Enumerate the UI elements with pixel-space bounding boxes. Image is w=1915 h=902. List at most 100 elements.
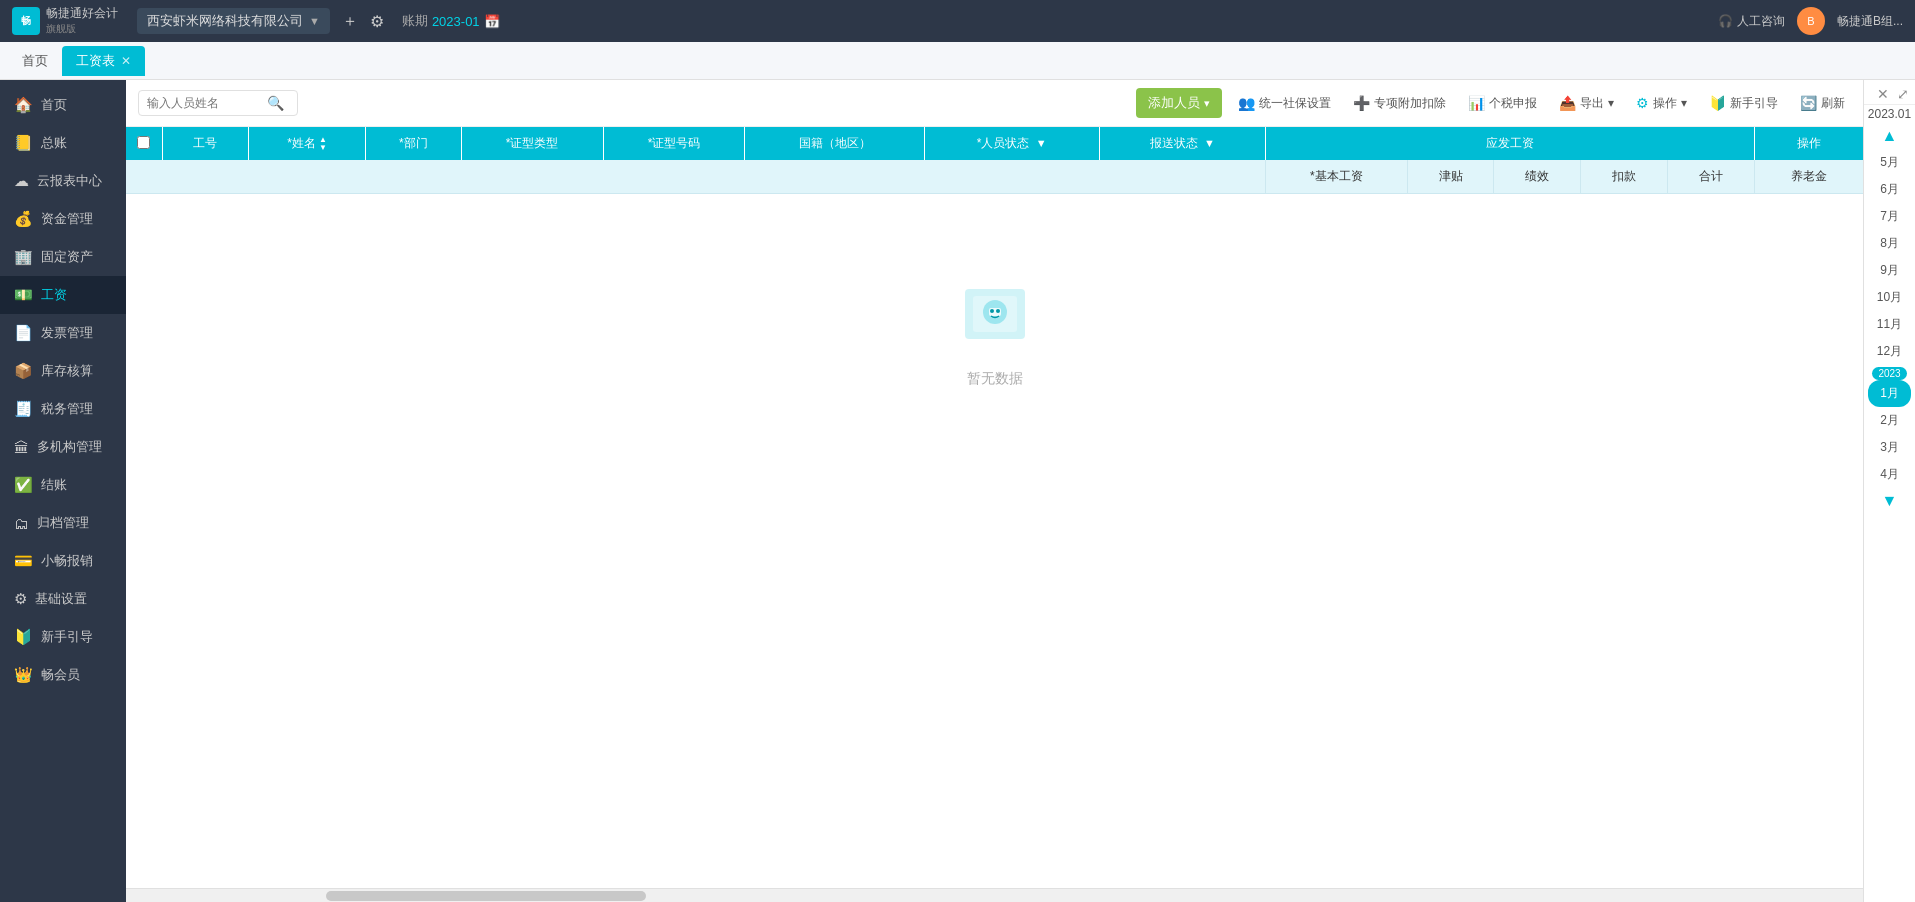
search-input[interactable] bbox=[147, 96, 267, 110]
name-sort-icon[interactable]: ▲▼ bbox=[319, 136, 327, 152]
settings-icon[interactable]: ⚙ bbox=[368, 10, 386, 33]
th-deduction: 扣款 bbox=[1581, 160, 1668, 194]
org-icon: 🏛 bbox=[14, 439, 29, 456]
select-all-checkbox[interactable] bbox=[137, 136, 150, 149]
operation-action[interactable]: ⚙ 操作 ▾ bbox=[1630, 91, 1693, 116]
asset-icon: 🏢 bbox=[14, 248, 33, 266]
guide-icon: 🔰 bbox=[14, 628, 33, 646]
user-name[interactable]: 畅捷通B组... bbox=[1837, 13, 1903, 30]
cal-month-10[interactable]: 10月 bbox=[1864, 284, 1915, 311]
cal-month-9[interactable]: 9月 bbox=[1864, 257, 1915, 284]
main-layout: 🏠 首页 📒 总账 ☁ 云报表中心 💰 资金管理 🏢 固定资产 💵 工资 📄 发… bbox=[0, 80, 1915, 902]
report-filter-icon[interactable]: ▼ bbox=[1204, 137, 1215, 149]
tab-close-icon[interactable]: ✕ bbox=[121, 54, 131, 68]
user-avatar: B bbox=[1797, 7, 1825, 35]
sidebar-item-member[interactable]: 👑 畅会员 bbox=[0, 656, 126, 694]
logo-icon: 畅 bbox=[12, 7, 40, 35]
sidebar-item-fixed-asset[interactable]: 🏢 固定资产 bbox=[0, 238, 126, 276]
th-performance: 绩效 bbox=[1494, 160, 1581, 194]
add-company-icon[interactable]: ＋ bbox=[340, 9, 360, 34]
toolbar: 🔍 添加人员 ▾ 👥 统一社保设置 ➕ 专项附加扣除 📊 个税申报 bbox=[126, 80, 1863, 127]
cal-month-7[interactable]: 7月 bbox=[1864, 203, 1915, 230]
ledger-icon: 📒 bbox=[14, 134, 33, 152]
cal-month-12[interactable]: 12月 bbox=[1864, 338, 1915, 365]
cal-month-2[interactable]: 2月 bbox=[1864, 407, 1915, 434]
panel-expand-icon[interactable]: ⤢ bbox=[1897, 86, 1909, 102]
refresh-label: 刷新 bbox=[1821, 95, 1845, 112]
salary-table: 工号 *姓名 ▲▼ *部门 *证型类型 *证型号码 国籍（地区） bbox=[126, 127, 1863, 468]
refresh-icon: 🔄 bbox=[1800, 95, 1817, 111]
sidebar-item-multi-org[interactable]: 🏛 多机构管理 bbox=[0, 428, 126, 466]
sidebar-item-cloud-report[interactable]: ☁ 云报表中心 bbox=[0, 162, 126, 200]
sidebar-item-invoice[interactable]: 📄 发票管理 bbox=[0, 314, 126, 352]
sidebar-item-fund-label: 资金管理 bbox=[41, 210, 93, 228]
deduction-icon: ➕ bbox=[1353, 95, 1370, 111]
sidebar-item-guide[interactable]: 🔰 新手引导 bbox=[0, 618, 126, 656]
cal-month-3[interactable]: 3月 bbox=[1864, 434, 1915, 461]
sidebar-item-inventory[interactable]: 📦 库存核算 bbox=[0, 352, 126, 390]
cal-month-11[interactable]: 11月 bbox=[1864, 311, 1915, 338]
svg-point-4 bbox=[990, 309, 994, 313]
social-security-action[interactable]: 👥 统一社保设置 bbox=[1232, 91, 1337, 116]
deduction-label: 专项附加扣除 bbox=[1374, 95, 1446, 112]
sidebar-item-expense-label: 小畅报销 bbox=[41, 552, 93, 570]
export-action[interactable]: 📤 导出 ▾ bbox=[1553, 91, 1620, 116]
tab-salary[interactable]: 工资表 ✕ bbox=[62, 46, 145, 76]
panel-close-icon[interactable]: ✕ bbox=[1877, 86, 1889, 102]
cal-month-4[interactable]: 4月 bbox=[1864, 461, 1915, 488]
select-all-header[interactable] bbox=[126, 127, 162, 160]
cal-month-5[interactable]: 5月 bbox=[1864, 149, 1915, 176]
special-deduction-action[interactable]: ➕ 专项附加扣除 bbox=[1347, 91, 1452, 116]
empty-text: 暂无数据 bbox=[967, 370, 1023, 388]
content-area: 🔍 添加人员 ▾ 👥 统一社保设置 ➕ 专项附加扣除 📊 个税申报 bbox=[126, 80, 1863, 902]
sidebar-item-expense[interactable]: 💳 小畅报销 bbox=[0, 542, 126, 580]
th-report-status: 报送状态 ▼ bbox=[1099, 127, 1265, 160]
operation-arrow-icon: ▾ bbox=[1681, 96, 1687, 110]
sidebar-item-fund[interactable]: 💰 资金管理 bbox=[0, 200, 126, 238]
company-selector[interactable]: 西安虾米网络科技有限公司 ▼ bbox=[137, 8, 330, 34]
sidebar-item-tax[interactable]: 🧾 税务管理 bbox=[0, 390, 126, 428]
cal-month-6[interactable]: 6月 bbox=[1864, 176, 1915, 203]
tab-home[interactable]: 首页 bbox=[8, 46, 62, 76]
invoice-icon: 📄 bbox=[14, 324, 33, 342]
calendar-icon[interactable]: 📅 bbox=[484, 14, 500, 29]
calendar-down-icon[interactable]: ▼ bbox=[1864, 488, 1915, 514]
dropdown-arrow-icon: ▼ bbox=[309, 15, 320, 27]
th-allowance: 津贴 bbox=[1407, 160, 1494, 194]
tab-bar: 首页 工资表 ✕ bbox=[0, 42, 1915, 80]
sidebar-item-guide-label: 新手引导 bbox=[41, 628, 93, 646]
sidebar-item-inventory-label: 库存核算 bbox=[41, 362, 93, 380]
empty-state-cell: 暂无数据 bbox=[126, 194, 1863, 469]
cal-month-8[interactable]: 8月 bbox=[1864, 230, 1915, 257]
tax-report-action[interactable]: 📊 个税申报 bbox=[1462, 91, 1543, 116]
sidebar-item-salary[interactable]: 💵 工资 bbox=[0, 276, 126, 314]
refresh-action[interactable]: 🔄 刷新 bbox=[1794, 91, 1851, 116]
sidebar-item-org-label: 多机构管理 bbox=[37, 438, 102, 456]
add-person-label: 添加人员 bbox=[1148, 94, 1200, 112]
period-display-value: 2023.01 bbox=[1868, 107, 1911, 121]
operation-icon: ⚙ bbox=[1636, 95, 1649, 111]
sidebar-item-home[interactable]: 🏠 首页 bbox=[0, 86, 126, 124]
sidebar-item-ledger[interactable]: 📒 总账 bbox=[0, 124, 126, 162]
horizontal-scrollbar-thumb[interactable] bbox=[326, 891, 646, 901]
table-container: 工号 *姓名 ▲▼ *部门 *证型类型 *证型号码 国籍（地区） bbox=[126, 127, 1863, 888]
sidebar: 🏠 首页 📒 总账 ☁ 云报表中心 💰 资金管理 🏢 固定资产 💵 工资 📄 发… bbox=[0, 80, 126, 902]
status-filter-icon[interactable]: ▼ bbox=[1036, 137, 1047, 149]
cal-month-1[interactable]: 1月 bbox=[1868, 380, 1911, 407]
th-id-number: *证型号码 bbox=[603, 127, 745, 160]
sidebar-item-settings[interactable]: ⚙ 基础设置 bbox=[0, 580, 126, 618]
add-person-button[interactable]: 添加人员 ▾ bbox=[1136, 88, 1222, 118]
sidebar-item-archive[interactable]: 🗂 归档管理 bbox=[0, 504, 126, 542]
service-button[interactable]: 🎧 人工咨询 bbox=[1718, 13, 1785, 30]
guide-toolbar-icon: 🔰 bbox=[1709, 95, 1726, 111]
sidebar-item-close-account[interactable]: ✅ 结账 bbox=[0, 466, 126, 504]
export-icon: 📤 bbox=[1559, 95, 1576, 111]
period-value: 2023-01 bbox=[432, 14, 480, 29]
logo-text: 畅捷通好会计 bbox=[46, 6, 118, 22]
export-label: 导出 bbox=[1580, 95, 1604, 112]
th-employee-no: 工号 bbox=[162, 127, 249, 160]
sidebar-item-cloud-label: 云报表中心 bbox=[37, 172, 102, 190]
sidebar-item-archive-label: 归档管理 bbox=[37, 514, 89, 532]
newbie-guide-action[interactable]: 🔰 新手引导 bbox=[1703, 91, 1784, 116]
calendar-up-icon[interactable]: ▲ bbox=[1864, 123, 1915, 149]
